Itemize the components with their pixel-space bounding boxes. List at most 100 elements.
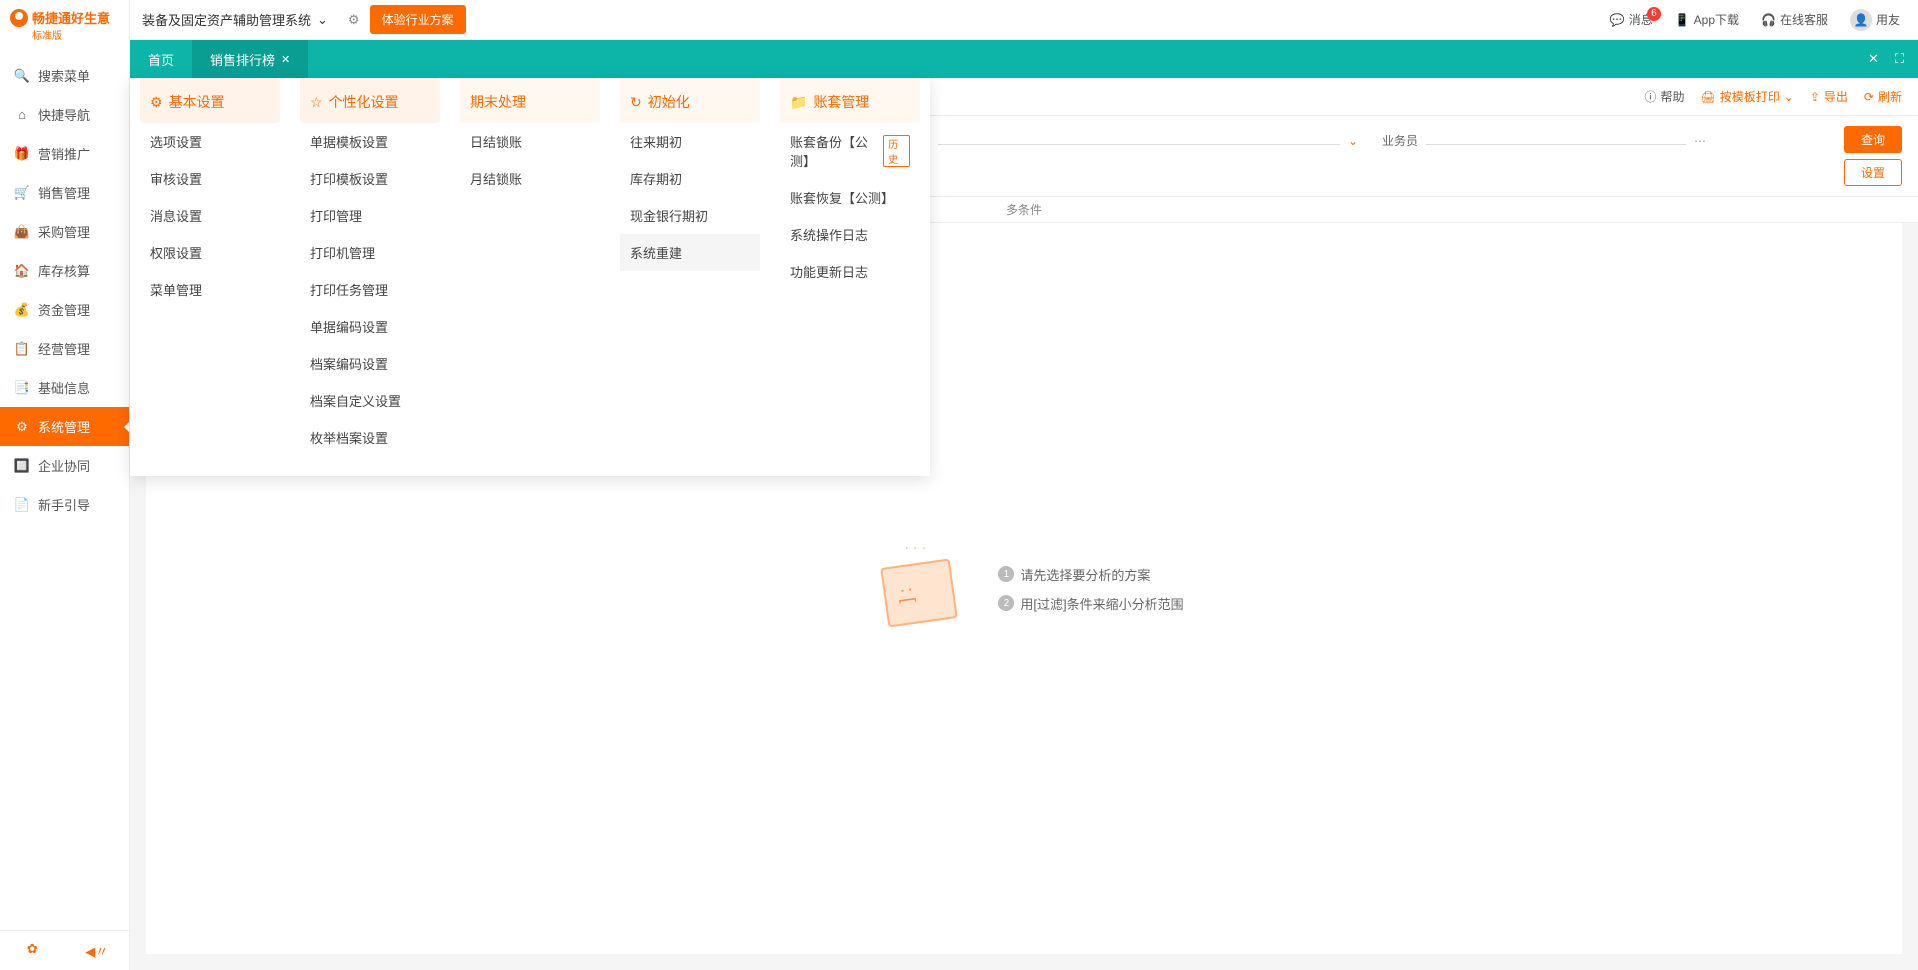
tab-0[interactable]: 首页 <box>130 40 192 78</box>
mega-item-0-2[interactable]: 消息设置 <box>140 197 280 234</box>
settings-icon[interactable]: ✿ <box>0 931 65 970</box>
tab-1[interactable]: 销售排行榜✕ <box>192 40 308 78</box>
nav-icon: 🎁 <box>14 146 30 162</box>
mega-col-0: ⚙基本设置选项设置审核设置消息设置权限设置菜单管理 <box>130 78 290 456</box>
nav-icon: 📋 <box>14 341 30 357</box>
mega-col-title: 期末处理 <box>460 78 600 123</box>
mega-item-3-3[interactable]: 系统重建 <box>620 234 760 271</box>
salesperson-input[interactable] <box>1426 136 1686 145</box>
nav-icon: 🔲 <box>14 458 30 474</box>
mega-item-1-1[interactable]: 打印模板设置 <box>300 160 440 197</box>
section-icon: ☆ <box>310 94 323 111</box>
brand-edition: 标准版 <box>32 27 62 42</box>
online-service-button[interactable]: 🎧 在线客服 <box>1755 11 1834 28</box>
chevron-down-icon[interactable]: ⌄ <box>1348 134 1358 148</box>
mega-item-0-3[interactable]: 权限设置 <box>140 234 280 271</box>
section-icon: ↻ <box>630 94 642 111</box>
mega-col-3: ↻初始化往来期初库存期初现金银行期初系统重建 <box>610 78 770 456</box>
mega-item-4-2[interactable]: 系统操作日志 <box>780 216 920 253</box>
mega-item-0-4[interactable]: 菜单管理 <box>140 271 280 308</box>
empty-step-2: 2 用[过滤]条件来缩小分析范围 <box>998 594 1183 613</box>
sidebar-item-5[interactable]: 🏠库存核算 <box>0 251 129 290</box>
chevron-down-icon: ⌄ <box>1784 90 1794 104</box>
export-icon: ⇪ <box>1810 90 1820 104</box>
mega-item-1-0[interactable]: 单据模板设置 <box>300 123 440 160</box>
sidebar-item-9[interactable]: ⚙系统管理 <box>0 407 129 446</box>
nav-icon: ⌂ <box>14 107 30 123</box>
user-menu[interactable]: 👤 用友 <box>1844 9 1906 31</box>
empty-illustration: · · · <box>864 539 974 639</box>
mega-item-2-1[interactable]: 月结锁账 <box>460 160 600 197</box>
mega-col-title: ☆个性化设置 <box>300 78 440 123</box>
refresh-icon: ⟳ <box>1864 90 1874 104</box>
system-name: 装备及固定资产辅助管理系统 <box>142 10 311 29</box>
mega-col-title: 📁账套管理 <box>780 78 920 123</box>
app-download-button[interactable]: 📱 App下载 <box>1669 11 1745 28</box>
mega-item-4-3[interactable]: 功能更新日志 <box>780 253 920 290</box>
mega-item-1-3[interactable]: 打印机管理 <box>300 234 440 271</box>
messages-badge: 6 <box>1647 7 1661 21</box>
headset-icon: 🎧 <box>1761 13 1776 27</box>
mega-item-3-2[interactable]: 现金银行期初 <box>620 197 760 234</box>
sidebar-item-11[interactable]: 📄新手引导 <box>0 485 129 524</box>
nav-list: 🔍搜索菜单⌂快捷导航🎁营销推广🛒销售管理👜采购管理🏠库存核算💰资金管理📋经营管理… <box>0 50 129 930</box>
mega-item-1-4[interactable]: 打印任务管理 <box>300 271 440 308</box>
more-icon[interactable]: ⋯ <box>1694 134 1706 148</box>
export-button[interactable]: ⇪ 导出 <box>1810 88 1848 105</box>
topbar: 装备及固定资产辅助管理系统 ⌄ ⚙ 体验行业方案 💬 消息 6 📱 App下载 … <box>130 0 1918 40</box>
mega-item-3-0[interactable]: 往来期初 <box>620 123 760 160</box>
tab-close-icon[interactable]: ✕ <box>281 53 290 66</box>
hidden-field-2[interactable] <box>938 136 1340 145</box>
brand-name: 畅捷通好生意 <box>32 8 110 27</box>
mega-item-1-8[interactable]: 枚举档案设置 <box>300 419 440 456</box>
mega-col-title: ⚙基本设置 <box>140 78 280 123</box>
logo[interactable]: 畅捷通好生意 标准版 <box>0 0 129 50</box>
user-name: 用友 <box>1876 11 1900 28</box>
mega-item-4-0[interactable]: 账套备份【公测】历史 <box>780 123 920 179</box>
sidebar-item-6[interactable]: 💰资金管理 <box>0 290 129 329</box>
sidebar-item-7[interactable]: 📋经营管理 <box>0 329 129 368</box>
nav-icon: 📑 <box>14 380 30 396</box>
mega-col-4: 📁账套管理账套备份【公测】历史账套恢复【公测】系统操作日志功能更新日志 <box>770 78 930 456</box>
mega-item-1-5[interactable]: 单据编码设置 <box>300 308 440 345</box>
sidebar-item-4[interactable]: 👜采购管理 <box>0 212 129 251</box>
refresh-button[interactable]: ⟳ 刷新 <box>1864 88 1902 105</box>
system-selector[interactable]: 装备及固定资产辅助管理系统 ⌄ <box>142 10 338 29</box>
sidebar-item-10[interactable]: 🔲企业协同 <box>0 446 129 485</box>
gear-icon[interactable]: ⚙ <box>348 12 360 28</box>
nav-icon: 🔍 <box>14 68 30 84</box>
mega-col-1: ☆个性化设置单据模板设置打印模板设置打印管理打印机管理打印任务管理单据编码设置档… <box>290 78 450 456</box>
mega-col-2: 期末处理日结锁账月结锁账 <box>450 78 610 456</box>
nav-icon: 👜 <box>14 224 30 240</box>
sidebar-item-1[interactable]: ⌂快捷导航 <box>0 95 129 134</box>
mega-item-1-6[interactable]: 档案编码设置 <box>300 345 440 382</box>
mega-item-0-0[interactable]: 选项设置 <box>140 123 280 160</box>
messages-button[interactable]: 💬 消息 6 <box>1604 11 1659 28</box>
collapse-icon[interactable]: ◀〃 <box>65 931 130 970</box>
mega-item-2-0[interactable]: 日结锁账 <box>460 123 600 160</box>
query-button[interactable]: 查询 <box>1844 126 1902 153</box>
close-all-icon[interactable]: ✕ <box>1864 47 1883 71</box>
section-icon: ⚙ <box>150 94 163 111</box>
avatar-icon: 👤 <box>1850 9 1872 31</box>
fullscreen-icon[interactable]: ⛶ <box>1891 47 1908 71</box>
help-icon: ⓘ <box>1645 88 1657 105</box>
settings-button[interactable]: 设置 <box>1844 159 1902 186</box>
mega-item-1-7[interactable]: 档案自定义设置 <box>300 382 440 419</box>
sidebar-item-0[interactable]: 🔍搜索菜单 <box>0 56 129 95</box>
help-button[interactable]: ⓘ 帮助 <box>1645 88 1685 105</box>
sidebar-footer: ✿ ◀〃 <box>0 930 129 970</box>
sidebar-item-3[interactable]: 🛒销售管理 <box>0 173 129 212</box>
print-button[interactable]: 🖨 按模板打印 ⌄ <box>1701 88 1794 105</box>
mega-item-0-1[interactable]: 审核设置 <box>140 160 280 197</box>
history-tag: 历史 <box>883 135 910 167</box>
sidebar-item-8[interactable]: 📑基础信息 <box>0 368 129 407</box>
mega-item-1-2[interactable]: 打印管理 <box>300 197 440 234</box>
empty-step-1: 1 请先选择要分析的方案 <box>998 565 1183 584</box>
trial-button[interactable]: 体验行业方案 <box>370 5 466 34</box>
mega-item-3-1[interactable]: 库存期初 <box>620 160 760 197</box>
phone-icon: 📱 <box>1675 13 1690 27</box>
mega-item-4-1[interactable]: 账套恢复【公测】 <box>780 179 920 216</box>
sidebar: 畅捷通好生意 标准版 🔍搜索菜单⌂快捷导航🎁营销推广🛒销售管理👜采购管理🏠库存核… <box>0 0 130 970</box>
sidebar-item-2[interactable]: 🎁营销推广 <box>0 134 129 173</box>
